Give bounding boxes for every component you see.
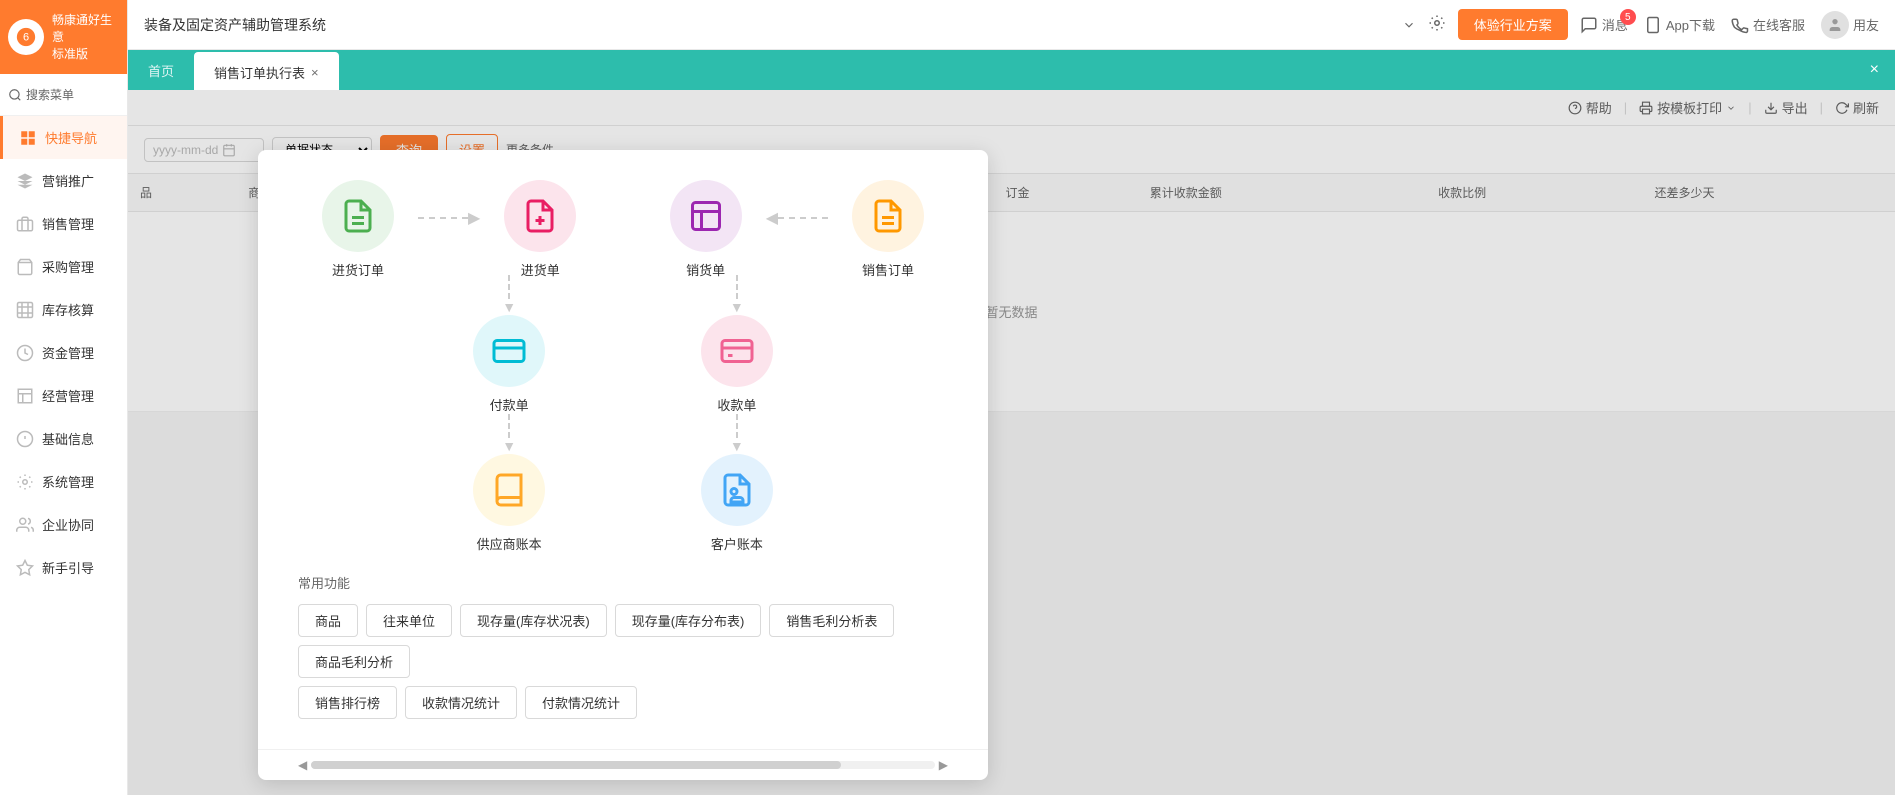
sidebar: 6 畅康通好生意 标准版 搜索菜单 快捷导航 营销推广: [0, 0, 128, 795]
common-btn-5[interactable]: 商品毛利分析: [298, 645, 410, 678]
common-section: 常用功能 商品 往来单位 现存量(库存状况表) 现存量(库存分布表) 销售毛利分…: [298, 573, 948, 719]
online-service-action[interactable]: 在线客服: [1731, 15, 1805, 34]
svg-text:6: 6: [23, 32, 29, 44]
flow-node-supplier-ledger[interactable]: 供应商账本: [449, 454, 569, 553]
content-area: 帮助 | 按模板打印 | 导出 | 刷新: [128, 90, 1895, 795]
flow-node-payment[interactable]: 付款单: [449, 315, 569, 414]
tab-sales-order[interactable]: 销售订单执行表 ×: [194, 52, 339, 92]
common-section-title: 常用功能: [298, 573, 948, 592]
popup-scrollbar: ◀ ▶: [258, 749, 988, 780]
common-btn-6[interactable]: 销售排行榜: [298, 686, 397, 719]
sales-order-icon: [852, 180, 924, 252]
sidebar-item-operations[interactable]: 经营管理: [0, 374, 127, 417]
common-btn-2[interactable]: 现存量(库存状况表): [460, 604, 607, 637]
settings-icon[interactable]: [1428, 14, 1446, 35]
receipt-icon: [701, 315, 773, 387]
customer-ledger-icon: [701, 454, 773, 526]
common-btn-1[interactable]: 往来单位: [366, 604, 452, 637]
sidebar-item-marketing[interactable]: 营销推广: [0, 159, 127, 202]
common-btn-3[interactable]: 现存量(库存分布表): [615, 604, 762, 637]
scrollbar-thumb: [311, 761, 841, 769]
purchase-icon: [504, 180, 576, 252]
popup-overlay[interactable]: 进货订单 ▶: [128, 90, 1895, 795]
popup-box: 进货订单 ▶: [258, 150, 988, 780]
flow-node-receipt[interactable]: 收款单: [677, 315, 797, 414]
trial-button[interactable]: 体验行业方案: [1458, 9, 1568, 40]
purchase-order-icon: [322, 180, 394, 252]
message-action[interactable]: 消息 5: [1580, 15, 1628, 34]
flow-node-purchase[interactable]: 进货单: [480, 180, 600, 279]
flow-node-sales[interactable]: 销货单: [646, 180, 766, 279]
sidebar-search[interactable]: 搜索菜单: [0, 74, 127, 116]
user-action[interactable]: 用友: [1821, 11, 1879, 39]
main-area: 装备及固定资产辅助管理系统 体验行业方案 消息 5 App下载: [128, 0, 1895, 795]
sidebar-item-enterprise[interactable]: 企业协同: [0, 503, 127, 546]
supplier-ledger-icon: [473, 454, 545, 526]
popup-content: 进货订单 ▶: [258, 150, 988, 749]
sidebar-item-purchase[interactable]: 采购管理: [0, 245, 127, 288]
logo-text: 畅康通好生意 标准版: [52, 12, 119, 62]
app-download-action[interactable]: App下载: [1644, 15, 1715, 34]
tabbar: 首页 销售订单执行表 × ×: [128, 50, 1895, 90]
user-avatar: [1821, 11, 1849, 39]
sidebar-logo: 6 畅康通好生意 标准版: [0, 0, 127, 74]
system-title: 装备及固定资产辅助管理系统: [144, 15, 1390, 35]
sidebar-item-newbie[interactable]: 新手引导: [0, 546, 127, 589]
common-btn-8[interactable]: 付款情况统计: [525, 686, 637, 719]
logo-icon: 6: [8, 19, 44, 55]
close-all-tabs[interactable]: ×: [1854, 61, 1895, 79]
sidebar-item-quick-nav[interactable]: 快捷导航: [0, 116, 127, 159]
sidebar-item-system[interactable]: 系统管理: [0, 460, 127, 503]
common-btn-4[interactable]: 销售毛利分析表: [769, 604, 894, 637]
tab-close-icon[interactable]: ×: [311, 65, 319, 80]
flow-node-purchase-order[interactable]: 进货订单: [298, 180, 418, 279]
search-menu-button[interactable]: 搜索菜单: [8, 82, 119, 107]
system-dropdown[interactable]: [1402, 18, 1416, 32]
tab-home[interactable]: 首页: [128, 50, 194, 90]
sidebar-item-sales[interactable]: 销售管理: [0, 202, 127, 245]
sidebar-item-finance[interactable]: 资金管理: [0, 331, 127, 374]
sidebar-item-basic-info[interactable]: 基础信息: [0, 417, 127, 460]
common-btn-0[interactable]: 商品: [298, 604, 358, 637]
sales-icon: [670, 180, 742, 252]
scrollbar-track[interactable]: [311, 761, 935, 769]
scroll-left[interactable]: ◀: [298, 758, 307, 772]
common-btn-7[interactable]: 收款情况统计: [405, 686, 517, 719]
common-btns-row2: 销售排行榜 收款情况统计 付款情况统计: [298, 686, 948, 719]
topbar-actions: 消息 5 App下载 在线客服 用友: [1580, 11, 1879, 39]
topbar: 装备及固定资产辅助管理系统 体验行业方案 消息 5 App下载: [128, 0, 1895, 50]
sidebar-item-inventory[interactable]: 库存核算: [0, 288, 127, 331]
sidebar-nav: 快捷导航 营销推广 销售管理 采购管理 库存核算 资金管理: [0, 116, 127, 795]
common-btns: 商品 往来单位 现存量(库存状况表) 现存量(库存分布表) 销售毛利分析表 商品…: [298, 604, 948, 678]
payment-icon: [473, 315, 545, 387]
scroll-right[interactable]: ▶: [939, 758, 948, 772]
flow-node-customer-ledger[interactable]: 客户账本: [677, 454, 797, 553]
flow-node-sales-order[interactable]: 销售订单: [828, 180, 948, 279]
